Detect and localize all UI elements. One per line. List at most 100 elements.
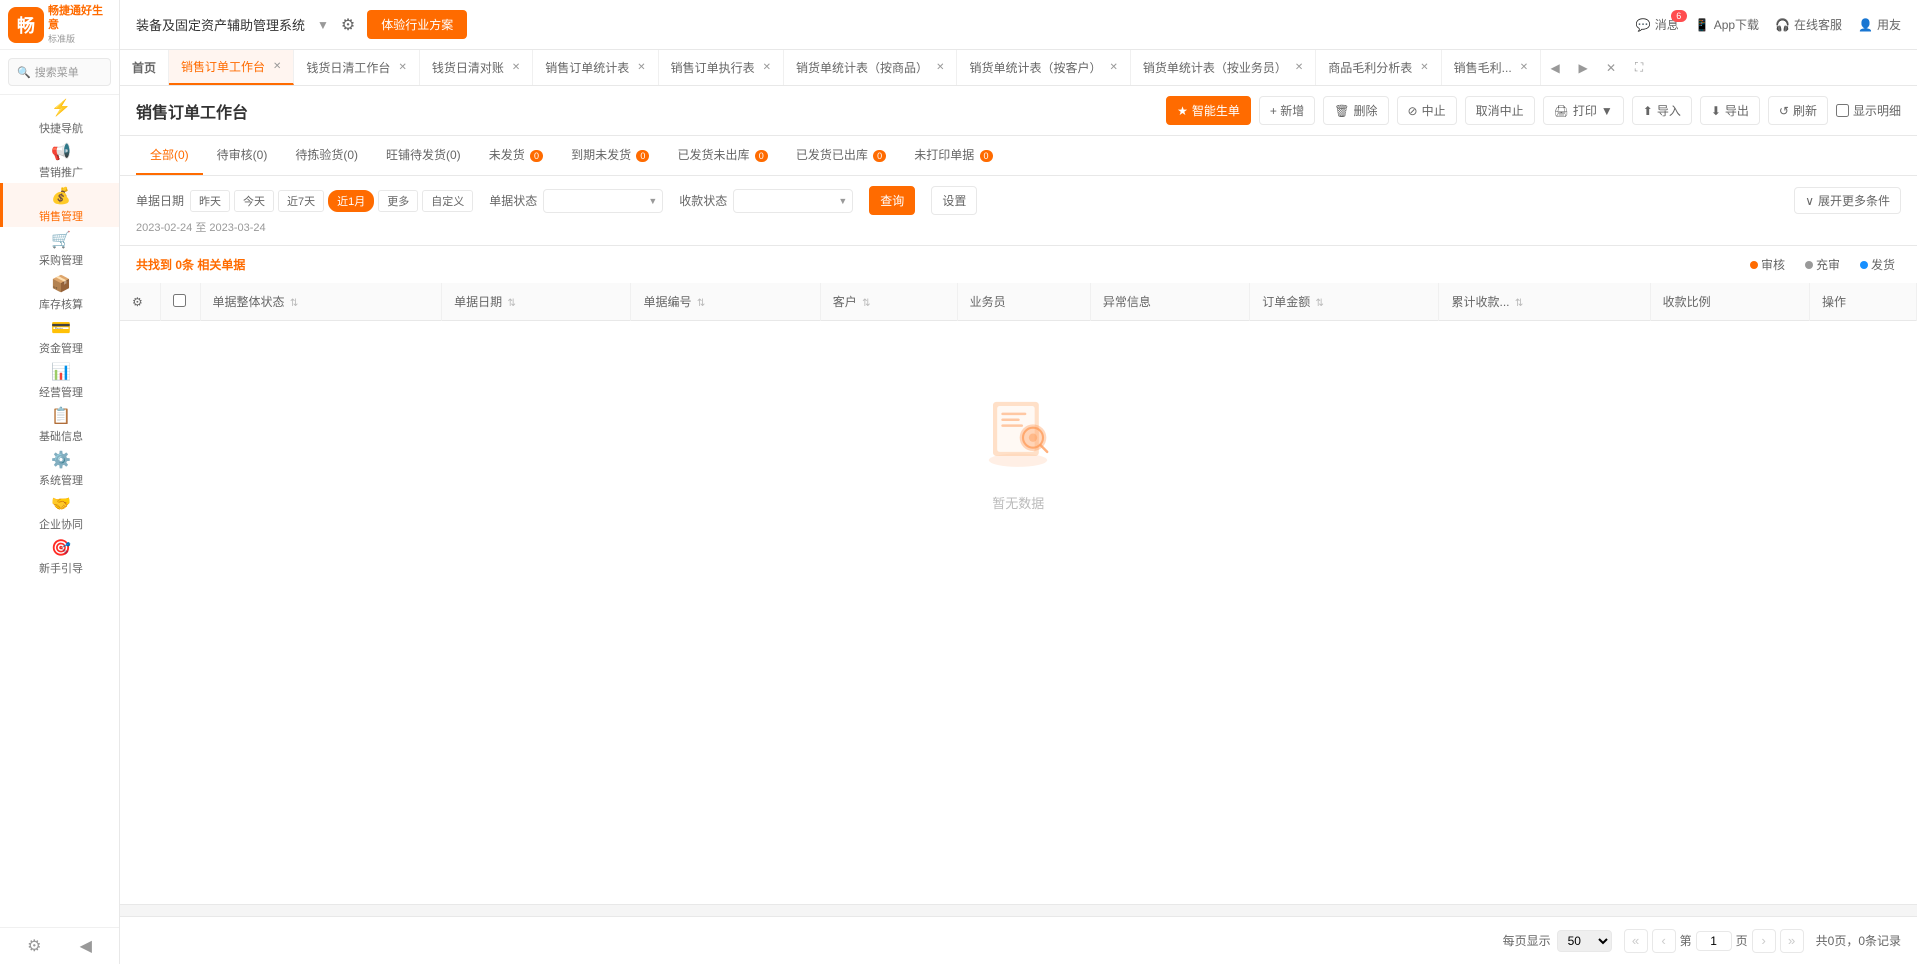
sidebar-item-sales[interactable]: 💰 销售管理 — [0, 183, 119, 227]
page-size-select[interactable]: 50 20 100 — [1557, 930, 1612, 952]
tab-sales-exec-close[interactable]: ✕ — [763, 62, 771, 73]
tab-cash-reconcile[interactable]: 钱货日清对账 ✕ — [420, 50, 533, 85]
tab-sales-sum-product[interactable]: 销货单统计表（按商品） ✕ — [784, 50, 957, 85]
tab-sales-more[interactable]: 销售毛利... ✕ — [1442, 50, 1541, 85]
query-button[interactable]: 查询 — [869, 186, 915, 215]
tab-expand-button[interactable]: ⛶ — [1625, 50, 1653, 85]
industry-solution-button[interactable]: 体验行业方案 — [367, 10, 467, 39]
cancel-stop-button[interactable]: 取消中止 — [1465, 96, 1535, 125]
sidebar-item-system[interactable]: ⚙️ 系统管理 — [0, 447, 119, 491]
status-sort-icon[interactable]: ⇅ — [290, 298, 298, 309]
print-button[interactable]: 🖨 打印 ▼ — [1543, 96, 1624, 125]
header-settings-icon[interactable]: ⚙ — [341, 15, 355, 35]
sidebar-item-inventory[interactable]: 📦 库存核算 — [0, 271, 119, 315]
select-all-checkbox[interactable] — [173, 294, 186, 307]
header-right: 💬 消息 6 📱 App下载 🎧 在线客服 👤 用友 — [1636, 16, 1901, 33]
sidebar-item-marketing[interactable]: 📢 营销推广 — [0, 139, 119, 183]
tab-cash-daily[interactable]: 钱货日清工作台 ✕ — [294, 50, 419, 85]
customer-sort-icon[interactable]: ⇅ — [862, 298, 870, 309]
sidebar-item-operations[interactable]: 📊 经营管理 — [0, 359, 119, 403]
system-title-dropdown[interactable]: ▼ — [317, 18, 329, 32]
sidebar-item-finance[interactable]: 💳 资金管理 — [0, 315, 119, 359]
collected-sort-icon[interactable]: ⇅ — [1515, 298, 1523, 309]
tab-sales-sum-customer-close[interactable]: ✕ — [1109, 62, 1117, 73]
tab-product-profit-close[interactable]: ✕ — [1420, 62, 1428, 73]
th-checkbox[interactable] — [160, 283, 200, 321]
sub-tab-shipped-not-out[interactable]: 已发货未出库 0 — [663, 136, 781, 175]
collapse-sidebar-button[interactable]: ◀ — [80, 936, 92, 956]
stop-button[interactable]: ⊘ 中止 — [1397, 96, 1457, 125]
tab-sales-stat-close[interactable]: ✕ — [637, 62, 645, 73]
last-page-button[interactable]: » — [1780, 929, 1804, 953]
delete-button[interactable]: 🗑 删除 — [1323, 96, 1388, 125]
show-detail-checkbox[interactable] — [1836, 104, 1849, 117]
message-button[interactable]: 💬 消息 6 — [1636, 16, 1679, 33]
first-page-button[interactable]: « — [1624, 929, 1648, 953]
filter-settings-button[interactable]: 设置 — [931, 186, 977, 215]
tab-prev-button[interactable]: ◀ — [1541, 50, 1569, 85]
sub-tab-all[interactable]: 全部(0) — [136, 136, 203, 175]
tab-next-button[interactable]: ▶ — [1569, 50, 1597, 85]
sub-tab-not-shipped[interactable]: 未发货 0 — [475, 136, 557, 175]
review-action[interactable]: 审核 — [1744, 254, 1791, 275]
online-service-button[interactable]: 🎧 在线客服 — [1775, 16, 1842, 33]
show-detail-toggle[interactable]: 显示明细 — [1836, 102, 1901, 119]
number-sort-icon[interactable]: ⇅ — [697, 298, 705, 309]
tab-cash-reconcile-close[interactable]: ✕ — [512, 62, 520, 73]
tab-sales-order[interactable]: 销售订单工作台 ✕ — [169, 50, 294, 85]
ai-smart-button[interactable]: ★ 智能生单 — [1166, 96, 1251, 125]
print-dropdown-icon[interactable]: ▼ — [1601, 104, 1613, 118]
next-page-button[interactable]: › — [1752, 929, 1776, 953]
app-download-button[interactable]: 📱 App下载 — [1695, 16, 1759, 33]
amount-sort-icon[interactable]: ⇅ — [1316, 298, 1324, 309]
tab-sales-sum-staff-close[interactable]: ✕ — [1295, 62, 1303, 73]
prev-page-button[interactable]: ‹ — [1652, 929, 1676, 953]
import-button[interactable]: ⬆ 导入 — [1632, 96, 1692, 125]
tab-sales-sum-staff[interactable]: 销货单统计表（按业务员） ✕ — [1131, 50, 1316, 85]
sidebar-item-enterprise[interactable]: 🤝 企业协同 — [0, 491, 119, 535]
tab-sales-more-close[interactable]: ✕ — [1520, 62, 1528, 73]
settings-bottom-icon[interactable]: ⚙ — [27, 936, 41, 956]
sidebar-item-quick-nav[interactable]: ⚡ 快捷导航 — [0, 95, 119, 139]
page-number-input[interactable] — [1696, 931, 1732, 951]
tab-sales-order-close[interactable]: ✕ — [273, 61, 281, 72]
tab-cash-daily-close[interactable]: ✕ — [398, 62, 406, 73]
sidebar-item-basic-info[interactable]: 📋 基础信息 — [0, 403, 119, 447]
date-btn-today[interactable]: 今天 — [234, 190, 274, 212]
status-select[interactable] — [543, 189, 663, 213]
sidebar-item-purchase[interactable]: 🛒 采购管理 — [0, 227, 119, 271]
date-btn-yesterday[interactable]: 昨天 — [190, 190, 230, 212]
tab-sales-stat[interactable]: 销售订单统计表 ✕ — [533, 50, 658, 85]
filter-bar: 单据日期 昨天 今天 近7天 近1月 更多 自定义 单据状态 — [120, 176, 1917, 246]
th-settings[interactable]: ⚙ — [120, 283, 160, 321]
sub-tab-wangpu-pending[interactable]: 旺铺待发货(0) — [372, 136, 475, 175]
payment-select[interactable] — [733, 189, 853, 213]
date-btn-custom[interactable]: 自定义 — [422, 190, 473, 212]
tab-sales-sum-customer[interactable]: 销货单统计表（按客户） ✕ — [957, 50, 1130, 85]
ship-action[interactable]: 发货 — [1854, 254, 1901, 275]
export-button[interactable]: ⬇ 导出 — [1700, 96, 1760, 125]
sidebar-item-guide[interactable]: 🎯 新手引导 — [0, 535, 119, 579]
cancel-review-action[interactable]: 充审 — [1799, 254, 1846, 275]
date-btn-last1month[interactable]: 近1月 — [328, 190, 374, 212]
date-btn-last7[interactable]: 近7天 — [278, 190, 324, 212]
refresh-button[interactable]: ↺ 刷新 — [1768, 96, 1828, 125]
search-menu-button[interactable]: 🔍 搜索菜单 — [8, 58, 111, 86]
tab-product-profit[interactable]: 商品毛利分析表 ✕ — [1316, 50, 1441, 85]
tab-sales-sum-product-close[interactable]: ✕ — [936, 62, 944, 73]
date-sort-icon[interactable]: ⇅ — [508, 298, 516, 309]
expand-more-button[interactable]: ∨ 展开更多条件 — [1794, 187, 1901, 214]
sub-tab-shipped-out[interactable]: 已发货已出库 0 — [782, 136, 900, 175]
sub-tab-overdue-not-shipped[interactable]: 到期未发货 0 — [557, 136, 663, 175]
purchase-icon: 🛒 — [51, 230, 71, 250]
sub-tab-not-printed[interactable]: 未打印单据 0 — [900, 136, 1006, 175]
tab-home[interactable]: 首页 — [120, 50, 169, 85]
date-btn-more[interactable]: 更多 — [378, 190, 418, 212]
sub-tab-pending-review[interactable]: 待审核(0) — [203, 136, 282, 175]
tab-sales-exec[interactable]: 销售订单执行表 ✕ — [659, 50, 784, 85]
tab-close-all-button[interactable]: ✕ — [1597, 50, 1625, 85]
add-button[interactable]: + 新增 — [1259, 96, 1315, 125]
user-profile-button[interactable]: 👤 用友 — [1858, 16, 1901, 33]
sub-tab-pending-inspect[interactable]: 待拣验货(0) — [281, 136, 372, 175]
horizontal-scrollbar[interactable] — [120, 904, 1917, 916]
